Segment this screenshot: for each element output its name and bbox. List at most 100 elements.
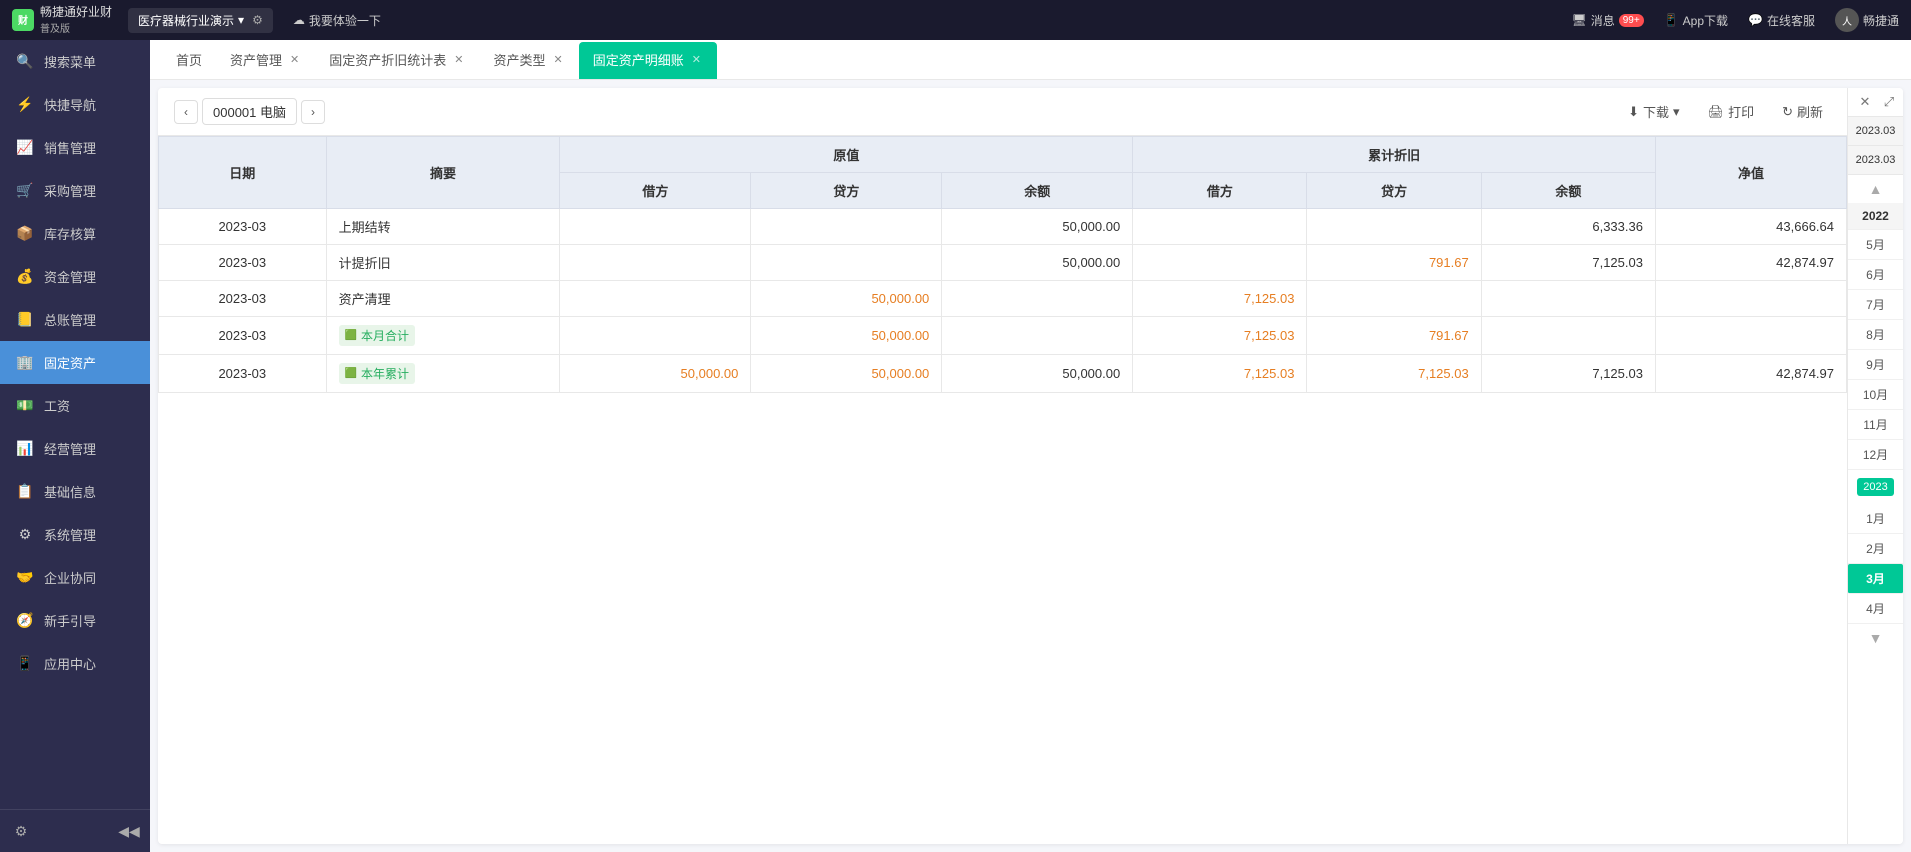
table-cell: 42,874.97 bbox=[1655, 355, 1846, 393]
data-table: 日期 摘要 原值 累计折旧 净值 借方 贷方 余额 借方 bbox=[158, 136, 1847, 393]
prev-asset-btn[interactable]: ‹ bbox=[174, 100, 198, 124]
sidebar-item-quick-nav[interactable]: ⚡ 快捷导航 bbox=[0, 83, 150, 126]
table-cell bbox=[1307, 281, 1481, 317]
table-cell: 50,000.00 bbox=[942, 209, 1133, 245]
month-2022-8[interactable]: 8月 bbox=[1848, 320, 1903, 350]
toolbar-right: ⬇ 下载 ▾ 🖨 打印 ↻ 刷新 bbox=[1620, 98, 1831, 125]
tab-asset-type-close[interactable]: ✕ bbox=[552, 53, 565, 66]
tab-asset-detail-close[interactable]: ✕ bbox=[690, 53, 703, 66]
tab-depreciation-stat-close[interactable]: ✕ bbox=[452, 53, 465, 66]
sidebar-item-collab[interactable]: 🤝 企业协同 bbox=[0, 556, 150, 599]
month-2022-11[interactable]: 11月 bbox=[1848, 410, 1903, 440]
month-2023-2[interactable]: 2月 bbox=[1848, 534, 1903, 564]
scroll-down-btn[interactable]: ▼ bbox=[1848, 624, 1903, 652]
sidebar-item-ledger[interactable]: 📒 总账管理 bbox=[0, 298, 150, 341]
app-logo: 财 畅捷通好业财 普及版 bbox=[12, 5, 112, 34]
print-label: 打印 bbox=[1728, 102, 1754, 121]
sidebar-item-system[interactable]: ⚙ 系统管理 bbox=[0, 513, 150, 556]
sidebar-label-fixed-assets: 固定资产 bbox=[44, 353, 96, 372]
tab-asset-mgmt[interactable]: 资产管理 ✕ bbox=[216, 42, 315, 79]
table-cell: 791.67 bbox=[1307, 245, 1481, 281]
top-header: 财 畅捷通好业财 普及版 医疗器械行业演示 ▾ ⚙ ☁ 我要体验一下 🖥 消息 … bbox=[0, 0, 1911, 40]
system-icon: ⚙ bbox=[16, 526, 34, 544]
tab-asset-mgmt-close[interactable]: ✕ bbox=[288, 53, 301, 66]
tab-asset-detail[interactable]: 固定资产明细账 ✕ bbox=[579, 42, 717, 79]
settings-icon[interactable]: ⚙ bbox=[252, 13, 263, 27]
sidebar-item-inventory[interactable]: 📦 库存核算 bbox=[0, 212, 150, 255]
refresh-btn[interactable]: ↻ 刷新 bbox=[1774, 98, 1831, 125]
date-scroller-header1: 2023.03 bbox=[1848, 117, 1903, 146]
month-2022-7[interactable]: 7月 bbox=[1848, 290, 1903, 320]
content-area: 首页 资产管理 ✕ 固定资产折旧统计表 ✕ 资产类型 ✕ 固定资产明细账 ✕ bbox=[150, 40, 1911, 852]
sidebar-item-funds[interactable]: 💰 资金管理 bbox=[0, 255, 150, 298]
print-btn[interactable]: 🖨 打印 bbox=[1700, 98, 1763, 125]
table-row: 2023-03资产清理50,000.007,125.03 bbox=[159, 281, 1847, 317]
ledger-icon: 📒 bbox=[16, 311, 34, 329]
month-2022-5[interactable]: 5月 bbox=[1848, 230, 1903, 260]
sidebar-item-sales[interactable]: 📈 销售管理 bbox=[0, 126, 150, 169]
sidebar-item-search[interactable]: 🔍 搜索菜单 bbox=[0, 40, 150, 83]
user-btn[interactable]: 人 畅捷通 bbox=[1835, 8, 1899, 32]
download-label: 下载 bbox=[1643, 102, 1669, 121]
sidebar-bottom: ⚙ ◀◀ bbox=[0, 809, 150, 852]
sidebar-item-fixed-assets[interactable]: 🏢 固定资产 bbox=[0, 341, 150, 384]
close-panel-btn[interactable]: ✕ bbox=[1855, 92, 1875, 112]
table-cell bbox=[942, 317, 1133, 355]
table-cell: 资产清理 bbox=[326, 281, 560, 317]
online-service-btn[interactable]: 💬 在线客服 bbox=[1748, 12, 1815, 29]
download-icon: ⬇ bbox=[1628, 104, 1639, 120]
month-2022-10[interactable]: 10月 bbox=[1848, 380, 1903, 410]
table-cell: 计提折旧 bbox=[326, 245, 560, 281]
panel-controls: ✕ ⤢ bbox=[1848, 88, 1903, 117]
company-selector[interactable]: 医疗器械行业演示 ▾ ⚙ bbox=[128, 8, 273, 33]
month-2022-9[interactable]: 9月 bbox=[1848, 350, 1903, 380]
tab-depreciation-stat[interactable]: 固定资产折旧统计表 ✕ bbox=[315, 42, 479, 79]
month-2022-6[interactable]: 6月 bbox=[1848, 260, 1903, 290]
sidebar-collapse-icon[interactable]: ◀◀ bbox=[120, 822, 138, 840]
table-cell bbox=[1655, 281, 1846, 317]
message-btn[interactable]: 🖥 消息 99+ bbox=[1571, 12, 1643, 29]
refresh-icon: ↻ bbox=[1782, 104, 1793, 120]
month-2022-12[interactable]: 12月 bbox=[1848, 440, 1903, 470]
online-service-label: 在线客服 bbox=[1767, 12, 1815, 29]
fixed-assets-icon: 🏢 bbox=[16, 354, 34, 372]
col-depr-debit: 借方 bbox=[1133, 173, 1307, 209]
app-name: 畅捷通好业财 bbox=[40, 5, 112, 19]
sidebar-item-basics[interactable]: 📋 基础信息 bbox=[0, 470, 150, 513]
table-cell: 42,874.97 bbox=[1655, 245, 1846, 281]
message-icon: 🖥 bbox=[1571, 13, 1586, 27]
col-original-value: 原值 bbox=[560, 137, 1133, 173]
next-asset-btn[interactable]: › bbox=[301, 100, 325, 124]
company-name: 医疗器械行业演示 bbox=[138, 12, 234, 29]
tab-home[interactable]: 首页 bbox=[162, 42, 216, 79]
table-cell bbox=[1133, 209, 1307, 245]
sidebar-label-funds: 资金管理 bbox=[44, 267, 96, 286]
table-cell bbox=[1481, 317, 1655, 355]
sidebar-item-guide[interactable]: 🧭 新手引导 bbox=[0, 599, 150, 642]
app-center-icon: 📱 bbox=[16, 655, 34, 673]
sidebar-item-operations[interactable]: 📊 经营管理 bbox=[0, 427, 150, 470]
scroll-up-btn[interactable]: ▲ bbox=[1848, 175, 1903, 203]
experience-btn[interactable]: ☁ 我要体验一下 bbox=[293, 12, 381, 29]
month-2023-1[interactable]: 1月 bbox=[1848, 504, 1903, 534]
sidebar-label-basics: 基础信息 bbox=[44, 482, 96, 501]
operations-icon: 📊 bbox=[16, 440, 34, 458]
download-dropdown-icon: ▾ bbox=[1673, 104, 1680, 120]
table-cell bbox=[1307, 209, 1481, 245]
toolbar: ‹ 000001 电脑 › ⬇ 下载 ▾ 🖨 打印 bbox=[158, 88, 1847, 136]
sidebar-item-payroll[interactable]: 💵 工资 bbox=[0, 384, 150, 427]
tab-asset-type[interactable]: 资产类型 ✕ bbox=[479, 42, 578, 79]
sidebar-label-app-center: 应用中心 bbox=[44, 654, 96, 673]
sidebar-item-purchase[interactable]: 🛒 采购管理 bbox=[0, 169, 150, 212]
expand-panel-btn[interactable]: ⤢ bbox=[1879, 92, 1899, 112]
sidebar-settings-icon[interactable]: ⚙ bbox=[12, 822, 30, 840]
month-2023-4[interactable]: 4月 bbox=[1848, 594, 1903, 624]
download-btn[interactable]: ⬇ 下载 ▾ bbox=[1620, 98, 1687, 125]
table-cell: 上期结转 bbox=[326, 209, 560, 245]
month-2023-3[interactable]: 3月 bbox=[1848, 564, 1903, 594]
col-orig-balance: 余额 bbox=[942, 173, 1133, 209]
app-download-btn[interactable]: 📱 App下载 bbox=[1664, 12, 1728, 29]
data-table-wrap: 日期 摘要 原值 累计折旧 净值 借方 贷方 余额 借方 bbox=[158, 136, 1847, 844]
search-icon: 🔍 bbox=[16, 53, 34, 71]
sidebar-item-app-center[interactable]: 📱 应用中心 bbox=[0, 642, 150, 685]
